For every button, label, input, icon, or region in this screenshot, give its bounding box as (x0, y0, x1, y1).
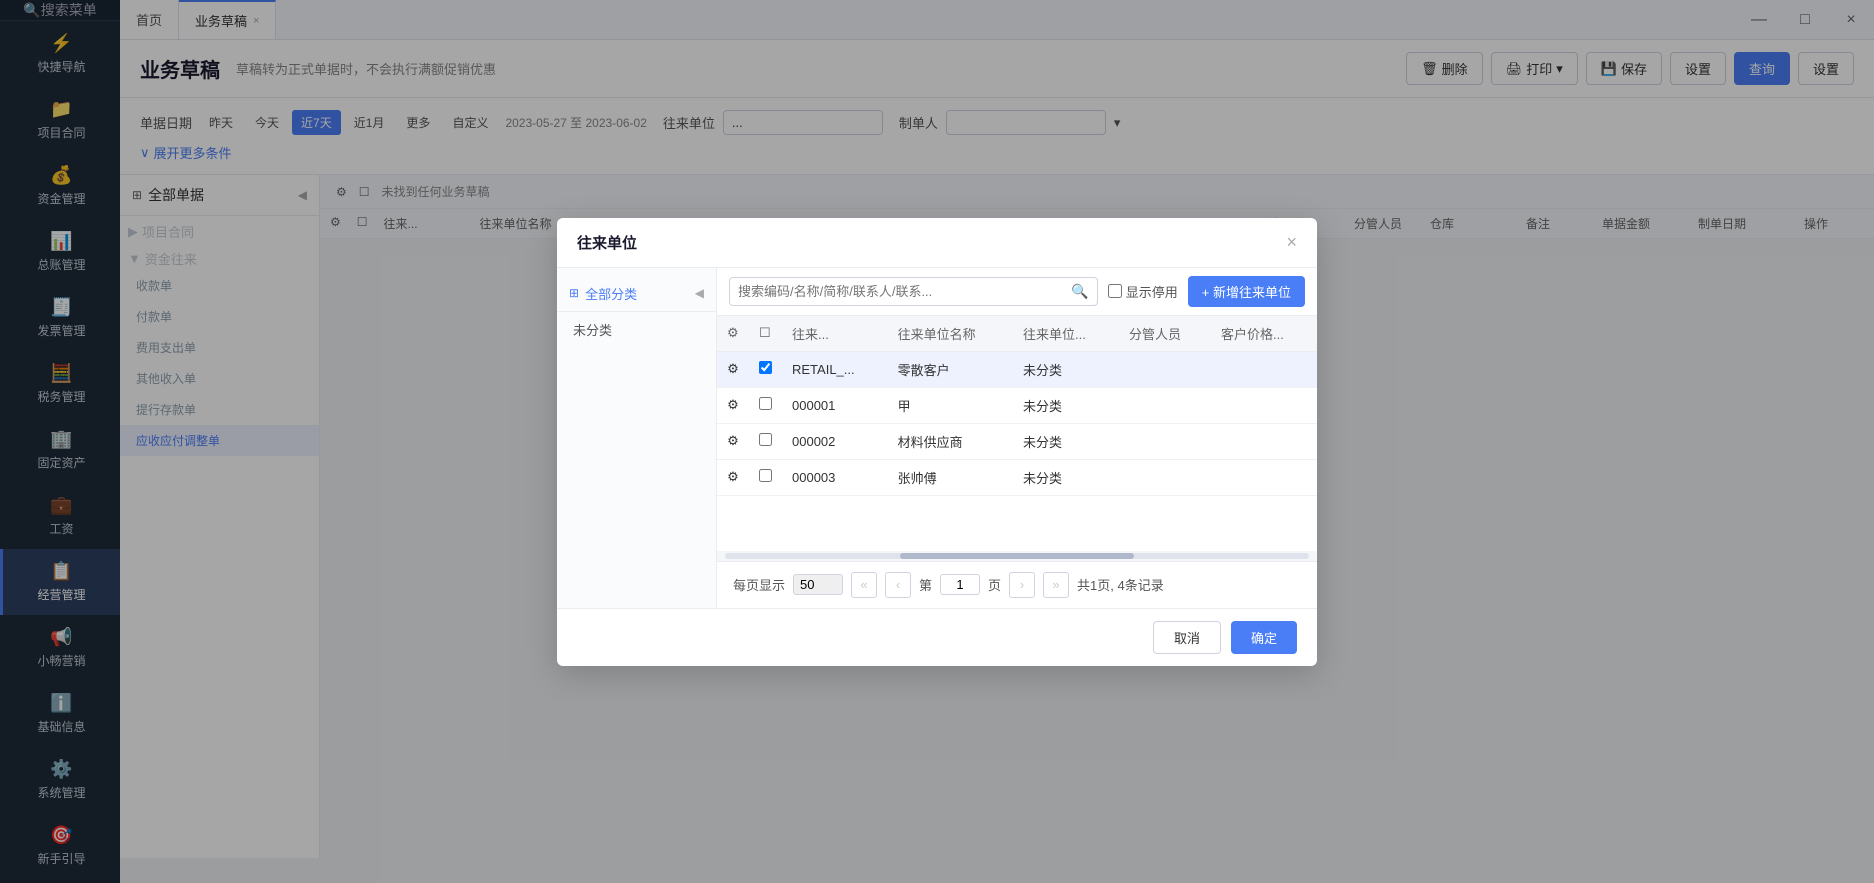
row-code: 000003 (782, 459, 888, 495)
cancel-label: 取消 (1174, 631, 1200, 646)
row-name: 零散客户 (888, 351, 1013, 387)
row-gear: ⚙ (717, 351, 749, 387)
row-gear: ⚙ (717, 423, 749, 459)
per-page-label: 每页显示 (733, 575, 785, 594)
per-page-select[interactable]: 50 100 200 (793, 574, 843, 595)
row-code: RETAIL_... (782, 351, 888, 387)
first-page-button[interactable]: « (851, 572, 877, 598)
h-scrollbar[interactable] (725, 553, 1309, 559)
th-name: 往来单位名称 (888, 316, 1013, 352)
modal-search-box: 🔍 (729, 277, 1098, 306)
th-manager: 分管人员 (1119, 316, 1211, 352)
row-check[interactable] (749, 459, 782, 495)
row-name: 材料供应商 (888, 423, 1013, 459)
row-check[interactable] (749, 351, 782, 387)
modal-close-button[interactable]: × (1286, 233, 1297, 251)
modal-category-all[interactable]: ⊞ 全部分类 (569, 284, 637, 303)
modal-body: ⊞ 全部分类 ◀ 未分类 🔍 显示停用 (557, 268, 1317, 608)
table-header-row: ⚙ ☐ 往来... 往来单位名称 往来单位... 分管人员 客户价格... (717, 316, 1317, 352)
row-checkbox[interactable] (759, 469, 772, 482)
row-category: 未分类 (1013, 351, 1119, 387)
modal-table: ⚙ ☐ 往来... 往来单位名称 往来单位... 分管人员 客户价格... ⚙ (717, 316, 1317, 496)
row-price (1211, 351, 1317, 387)
row-gear: ⚙ (717, 387, 749, 423)
row-checkbox[interactable] (759, 397, 772, 410)
modal-pagination: 每页显示 50 100 200 « ‹ 第 页 › » 共1页, 4条记录 (717, 561, 1317, 608)
row-price (1211, 387, 1317, 423)
modal-table-scroll[interactable]: ⚙ ☐ 往来... 往来单位名称 往来单位... 分管人员 客户价格... ⚙ (717, 316, 1317, 551)
show-disabled-label[interactable]: 显示停用 (1108, 282, 1178, 301)
row-checkbox[interactable] (759, 433, 772, 446)
partner-modal: 往来单位 × ⊞ 全部分类 ◀ 未分类 🔍 (557, 218, 1317, 666)
row-price (1211, 459, 1317, 495)
row-gear: ⚙ (717, 459, 749, 495)
add-partner-button[interactable]: + 新增往来单位 (1188, 276, 1305, 307)
row-category: 未分类 (1013, 387, 1119, 423)
show-disabled-text: 显示停用 (1126, 282, 1178, 301)
row-code: 000002 (782, 423, 888, 459)
row-manager (1119, 423, 1211, 459)
row-price (1211, 423, 1317, 459)
grid-icon-small: ⊞ (569, 286, 579, 300)
confirm-button[interactable]: 确定 (1231, 621, 1297, 654)
modal-search-input[interactable] (730, 279, 1063, 304)
th-code: 往来... (782, 316, 888, 352)
th-gear: ⚙ (717, 316, 749, 352)
modal-uncategorized[interactable]: 未分类 (557, 312, 716, 347)
modal-sidebar: ⊞ 全部分类 ◀ 未分类 (557, 268, 717, 608)
th-price: 客户价格... (1211, 316, 1317, 352)
row-manager (1119, 387, 1211, 423)
th-check: ☐ (749, 316, 782, 352)
row-check[interactable] (749, 387, 782, 423)
row-manager (1119, 459, 1211, 495)
modal-search-button[interactable]: 🔍 (1063, 278, 1096, 305)
row-category: 未分类 (1013, 459, 1119, 495)
modal-content: 🔍 显示停用 + 新增往来单位 ⚙ ☐ 往来... (717, 268, 1317, 608)
table-scrollbar-area (717, 551, 1317, 561)
row-checkbox[interactable] (759, 361, 772, 374)
page-unit: 页 (988, 575, 1001, 594)
modal-toolbar: 🔍 显示停用 + 新增往来单位 (717, 268, 1317, 316)
cancel-button[interactable]: 取消 (1153, 621, 1221, 654)
modal-header: 往来单位 × (557, 218, 1317, 268)
total-text: 共1页, 4条记录 (1077, 575, 1164, 594)
row-name: 甲 (888, 387, 1013, 423)
page-label: 第 (919, 575, 932, 594)
row-check[interactable] (749, 423, 782, 459)
table-row[interactable]: ⚙ 000001 甲 未分类 (717, 387, 1317, 423)
row-code: 000001 (782, 387, 888, 423)
modal-footer: 取消 确定 (557, 608, 1317, 666)
th-category: 往来单位... (1013, 316, 1119, 352)
table-row[interactable]: ⚙ 000003 张帅傅 未分类 (717, 459, 1317, 495)
modal-category-all-label: 全部分类 (585, 284, 637, 303)
last-page-button[interactable]: » (1043, 572, 1069, 598)
modal-sidebar-toggle[interactable]: ◀ (695, 286, 704, 300)
next-page-button[interactable]: › (1009, 572, 1035, 598)
row-name: 张帅傅 (888, 459, 1013, 495)
add-partner-label: + 新增往来单位 (1202, 285, 1291, 300)
modal-title: 往来单位 (577, 232, 637, 253)
modal-uncategorized-label: 未分类 (573, 320, 612, 339)
h-scrollbar-thumb[interactable] (900, 553, 1134, 559)
modal-sidebar-header: ⊞ 全部分类 ◀ (557, 276, 716, 312)
row-category: 未分类 (1013, 423, 1119, 459)
show-disabled-checkbox[interactable] (1108, 284, 1122, 298)
page-input[interactable] (940, 574, 980, 595)
table-row[interactable]: ⚙ RETAIL_... 零散客户 未分类 (717, 351, 1317, 387)
table-row[interactable]: ⚙ 000002 材料供应商 未分类 (717, 423, 1317, 459)
confirm-label: 确定 (1251, 631, 1277, 646)
row-manager (1119, 351, 1211, 387)
prev-page-button[interactable]: ‹ (885, 572, 911, 598)
